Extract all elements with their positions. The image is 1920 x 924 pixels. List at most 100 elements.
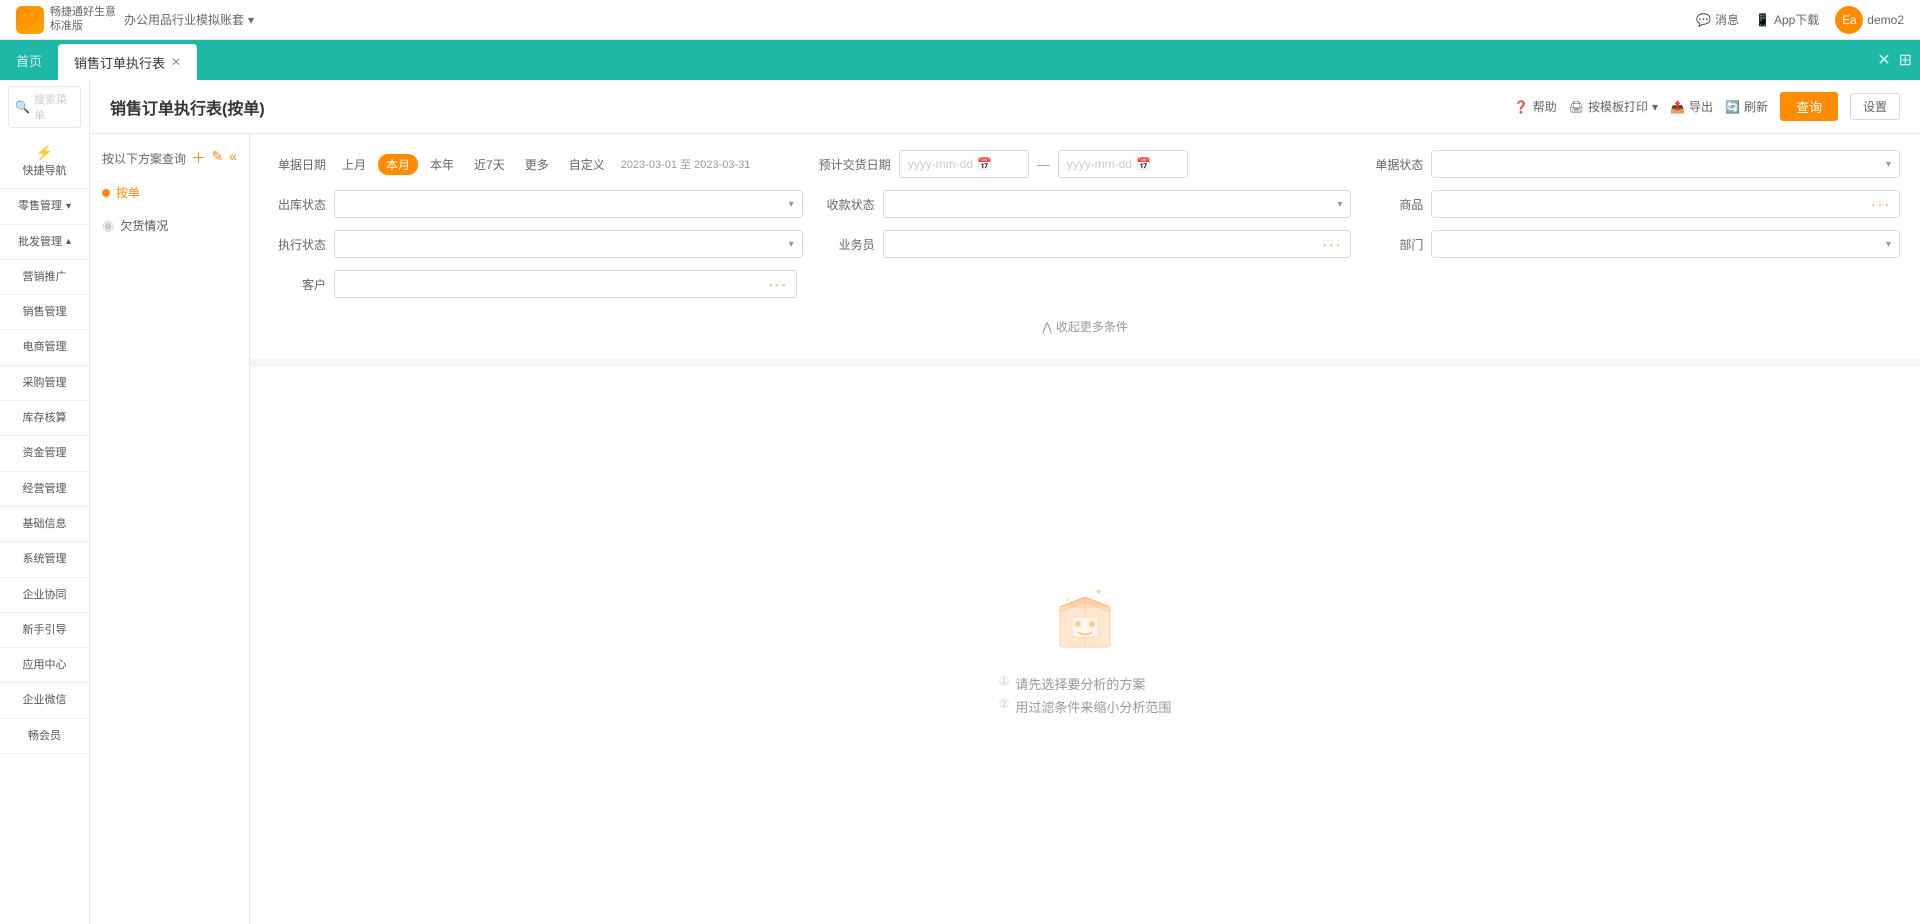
sidebar-item-marketing[interactable]: 营销推广 <box>0 260 89 295</box>
sidebar-item-purchase[interactable]: 采购管理 <box>0 366 89 401</box>
help-icon: ❓ <box>1514 100 1529 114</box>
execution-status-label: 执行状态 <box>270 236 326 253</box>
execution-status-select[interactable]: ▾ <box>334 230 803 258</box>
minimize-icon[interactable]: ✕ <box>1877 50 1890 70</box>
print-arrow-icon: ▾ <box>1652 100 1658 114</box>
status-arrow-icon: ▾ <box>1886 159 1891 170</box>
salesperson-input[interactable]: ··· <box>883 230 1352 258</box>
sidebar-item-wechat[interactable]: 企业微信 <box>0 683 89 718</box>
date-filter-options: 上月 本月 本年 近7天 更多 自定义 <box>334 154 613 175</box>
search-button[interactable]: 查询 <box>1780 92 1838 121</box>
sidebar-item-ecommerce[interactable]: 电商管理 <box>0 330 89 365</box>
export-button[interactable]: 📤 导出 <box>1670 98 1713 115</box>
date-last-month[interactable]: 上月 <box>334 154 374 175</box>
date-this-month[interactable]: 本月 <box>378 154 418 175</box>
message-icon: 💬 <box>1696 13 1711 27</box>
scheme-item-press[interactable]: 按单 <box>90 176 249 209</box>
sidebar-item-app-center[interactable]: 应用中心 <box>0 648 89 683</box>
expected-date-from-input[interactable]: yyyy-mm-dd 📅 <box>899 150 1029 178</box>
scheme-item-debt[interactable]: ◉ 欠货情况 <box>90 209 249 242</box>
scheme-debt-icon: ◉ <box>102 217 114 234</box>
sidebar-item-member[interactable]: 畅会员 <box>0 719 89 754</box>
nav-tabs: 首页 销售订单执行表 ✕ ✕ ⊞ <box>0 40 1920 80</box>
filter-row-4: 客户 ··· <box>270 270 1900 298</box>
main-layout: 🔍 搜索菜单 ⚡ 快捷导航 零售管理 ▾ 批发管理 ▴ 营销推广 销售管理 电商… <box>0 80 1920 924</box>
svg-text:✦: ✦ <box>1065 597 1070 604</box>
empty-state: ★ ✦ ① 请先选择要 <box>999 572 1172 720</box>
goods-label: 商品 <box>1367 196 1423 213</box>
page-header: 销售订单执行表(按单) ❓ 帮助 🖨 按模板打印 ▾ 📤 导出 🔄 刷新 <box>90 80 1920 134</box>
expected-date-to-input[interactable]: yyyy-mm-dd 📅 <box>1058 150 1188 178</box>
sidebar-item-quick-nav[interactable]: ⚡ 快捷导航 <box>0 134 89 189</box>
data-area: ★ ✦ ① 请先选择要 <box>250 367 1920 924</box>
collapse-icon: ⋀ <box>1042 320 1052 334</box>
sidebar-item-sales[interactable]: 销售管理 <box>0 295 89 330</box>
edit-scheme-button[interactable]: ✎ <box>211 148 223 168</box>
app-download-button[interactable]: 📱 App下载 <box>1755 11 1819 28</box>
payment-arrow-icon: ▾ <box>1337 199 1342 210</box>
customer-label: 客户 <box>270 276 326 293</box>
sidebar-item-operation[interactable]: 经营管理 <box>0 472 89 507</box>
print-button[interactable]: 🖨 按模板打印 ▾ <box>1569 98 1658 115</box>
sidebar-item-wholesale[interactable]: 批发管理 ▴ <box>0 225 89 260</box>
sidebar-item-retail[interactable]: 零售管理 ▾ <box>0 189 89 224</box>
filter-date: 单据日期 上月 本月 本年 近7天 更多 自定义 2023-03-01 至 20… <box>270 154 803 175</box>
filter-expected-date: 预计交货日期 yyyy-mm-dd 📅 — yyyy-mm-dd 📅 <box>819 150 1352 178</box>
filter-row-1: 单据日期 上月 本月 本年 近7天 更多 自定义 2023-03-01 至 20… <box>270 150 1900 178</box>
date-label: 单据日期 <box>270 156 326 173</box>
filter-row-3: 执行状态 ▾ 业务员 ··· <box>270 230 1900 258</box>
goods-input[interactable]: ··· <box>1431 190 1900 218</box>
delivery-status-label: 出库状态 <box>270 196 326 213</box>
date-custom[interactable]: 自定义 <box>561 154 613 175</box>
breadcrumb-arrow-icon: ▾ <box>248 13 254 27</box>
delivery-arrow-icon: ▾ <box>789 199 794 210</box>
tab-home[interactable]: 首页 <box>0 40 58 80</box>
message-button[interactable]: 💬 消息 <box>1696 11 1739 28</box>
help-button[interactable]: ❓ 帮助 <box>1514 98 1557 115</box>
date-more[interactable]: 更多 <box>517 154 557 175</box>
collapse-button[interactable]: ⋀ 收起更多条件 <box>270 310 1900 343</box>
tab-sales-order[interactable]: 销售订单执行表 ✕ <box>58 44 197 80</box>
filter-status: 单据状态 ▾ <box>1367 150 1900 178</box>
download-icon: 📱 <box>1755 13 1770 27</box>
quick-nav-icon: ⚡ <box>36 144 53 161</box>
sidebar-item-inventory[interactable]: 库存核算 <box>0 401 89 436</box>
collapse-panel-button[interactable]: « <box>229 148 237 168</box>
settings-button[interactable]: 设置 <box>1850 93 1900 120</box>
sidebar-item-basic[interactable]: 基础信息 <box>0 507 89 542</box>
left-panel-header: 按以下方案查询 ＋ ✎ « <box>90 144 249 176</box>
search-icon: 🔍 <box>15 100 30 114</box>
nav-actions: ✕ ⊞ <box>1877 50 1920 70</box>
sidebar-item-finance[interactable]: 资金管理 <box>0 436 89 471</box>
refresh-button[interactable]: 🔄 刷新 <box>1725 98 1768 115</box>
empty-tip-2: ② 用过滤条件来缩小分析范围 <box>999 697 1172 716</box>
calendar-from-icon: 📅 <box>977 157 992 171</box>
filter-execution-status: 执行状态 ▾ <box>270 230 803 258</box>
filter-goods: 商品 ··· <box>1367 190 1900 218</box>
status-select[interactable]: ▾ <box>1431 150 1900 178</box>
customer-input[interactable]: ··· <box>334 270 797 298</box>
add-scheme-button[interactable]: ＋ <box>191 148 205 168</box>
sidebar-item-enterprise[interactable]: 企业协同 <box>0 578 89 613</box>
date-this-year[interactable]: 本年 <box>422 154 462 175</box>
sidebar-item-system[interactable]: 系统管理 <box>0 542 89 577</box>
filter-customer: 客户 ··· <box>270 270 797 298</box>
goods-more-icon: ··· <box>1871 196 1891 212</box>
left-panel-actions: ＋ ✎ « <box>191 148 237 168</box>
filter-delivery-status: 出库状态 ▾ <box>270 190 803 218</box>
sidebar-item-newbie[interactable]: 新手引导 <box>0 613 89 648</box>
search-menu-input[interactable]: 🔍 搜索菜单 <box>8 86 81 128</box>
department-select[interactable]: ▾ <box>1431 230 1900 258</box>
user-area[interactable]: Ea demo2 <box>1835 6 1904 34</box>
expected-date-label: 预计交货日期 <box>819 156 891 173</box>
date-7days[interactable]: 近7天 <box>466 154 513 175</box>
delivery-status-select[interactable]: ▾ <box>334 190 803 218</box>
right-panel: 单据日期 上月 本月 本年 近7天 更多 自定义 2023-03-01 至 20… <box>250 134 1920 924</box>
empty-illustration: ★ ✦ <box>1040 572 1130 662</box>
payment-status-select[interactable]: ▾ <box>883 190 1352 218</box>
maximize-icon[interactable]: ⊞ <box>1899 50 1912 70</box>
page-header-actions: ❓ 帮助 🖨 按模板打印 ▾ 📤 导出 🔄 刷新 查询 设置 <box>1514 92 1900 133</box>
breadcrumb[interactable]: 办公用品行业模拟账套 ▾ <box>124 11 254 28</box>
filter-salesperson: 业务员 ··· <box>819 230 1352 258</box>
tab-close-icon[interactable]: ✕ <box>171 55 181 69</box>
